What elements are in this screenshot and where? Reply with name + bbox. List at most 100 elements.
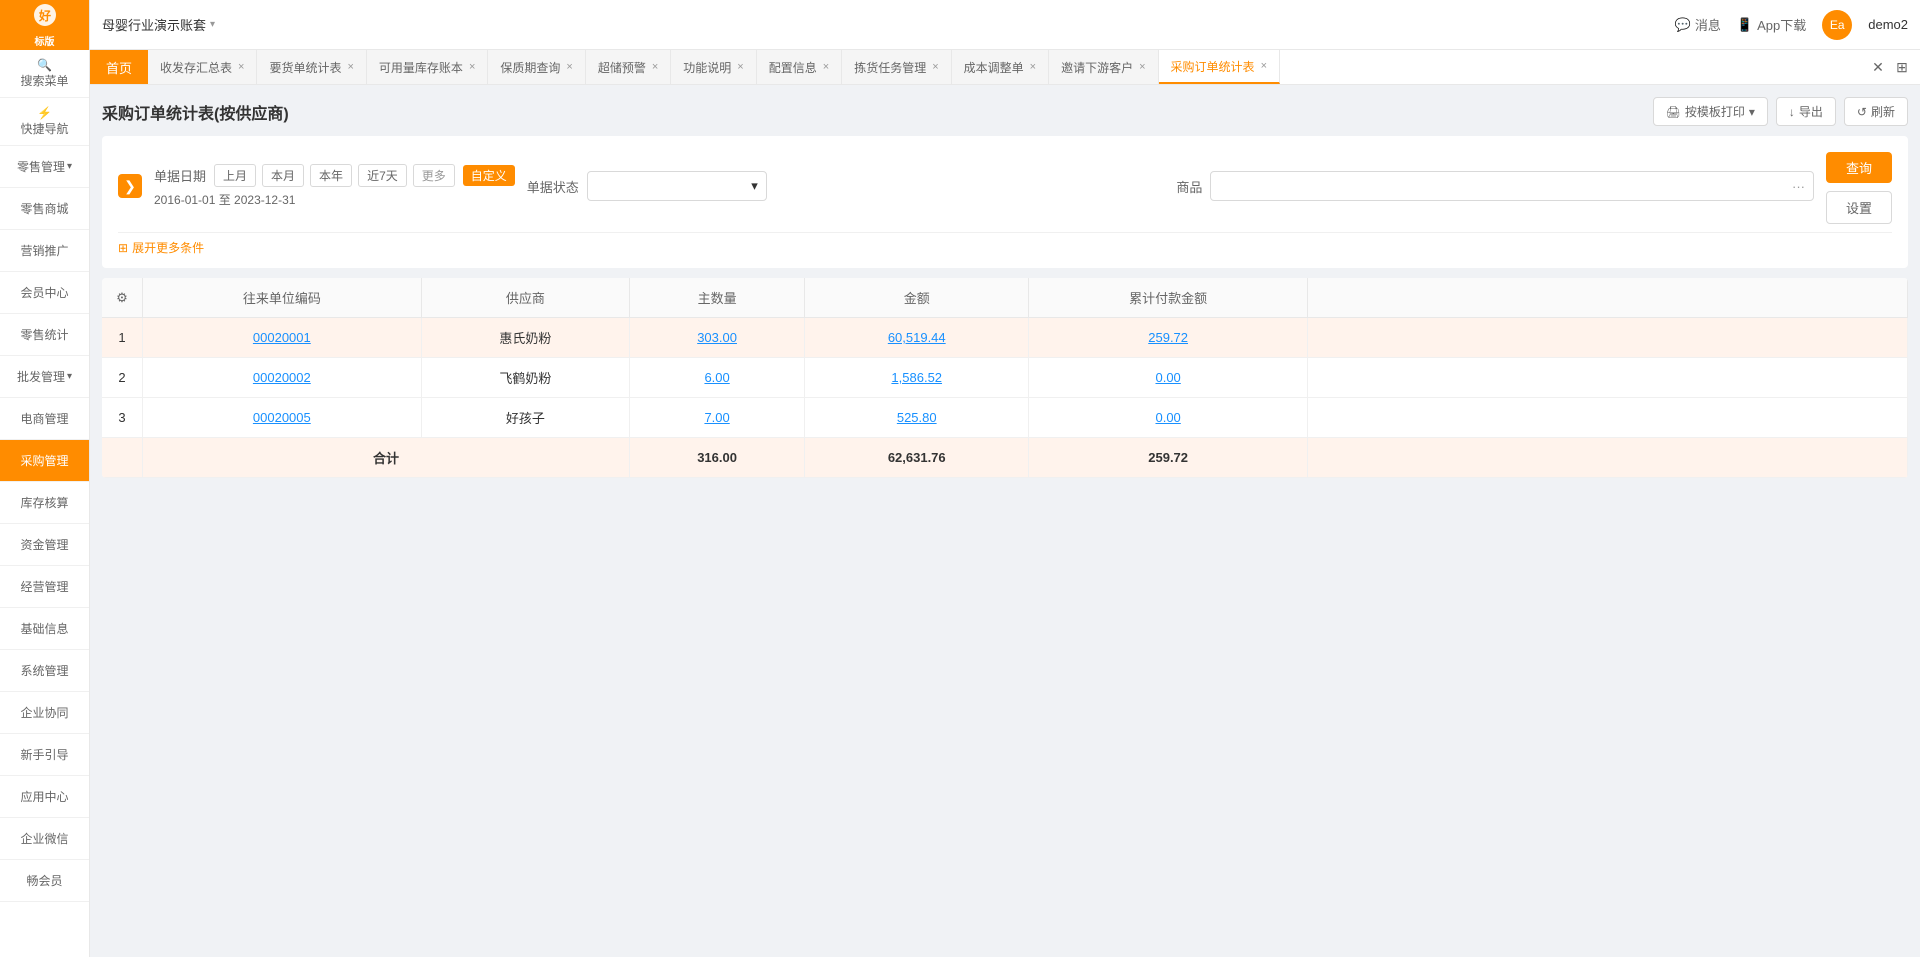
message-btn[interactable]: 💬 消息 <box>1675 15 1721 34</box>
tab-close-6[interactable]: × <box>737 61 743 73</box>
goods-input[interactable]: ··· <box>1210 171 1814 201</box>
tab-item-2[interactable]: 要货单统计表 × <box>257 50 366 84</box>
sidebar-item-ecommerce[interactable]: 电商管理 <box>0 398 89 440</box>
row2-paid[interactable]: 0.00 <box>1029 358 1308 398</box>
sidebar-item-marketing[interactable]: 营销推广 <box>0 230 89 272</box>
tab-close-8[interactable]: × <box>932 61 938 73</box>
row3-paid[interactable]: 0.00 <box>1029 398 1308 438</box>
row2-amount[interactable]: 1,586.52 <box>805 358 1029 398</box>
sidebar-item-app-center[interactable]: 应用中心 <box>0 776 89 818</box>
row3-code[interactable]: 00020005 <box>143 398 422 438</box>
sidebar-item-purchase[interactable]: 采购管理 <box>0 440 89 482</box>
more-icon: ··· <box>1792 179 1805 194</box>
settings-button[interactable]: 设置 <box>1826 191 1892 224</box>
tab-close-9[interactable]: × <box>1030 61 1036 73</box>
filter-toggle-btn[interactable]: ❯ <box>118 174 142 198</box>
sidebar-item-nav[interactable]: ⚡ 快捷导航 <box>0 98 89 146</box>
tab-close-10[interactable]: × <box>1139 61 1145 73</box>
logo-icon: 好 <box>27 3 63 33</box>
table-header-row: ⚙ 往来单位编码 供应商 主数量 金额 累计付款金额 <box>102 278 1908 318</box>
top-bar-left: 母婴行业演示账套 ▾ <box>102 15 215 34</box>
footer-empty <box>102 438 143 478</box>
purchase-order-table: ⚙ 往来单位编码 供应商 主数量 金额 累计付款金额 1 00020001 <box>102 278 1908 478</box>
sidebar-item-system[interactable]: 系统管理 <box>0 650 89 692</box>
row2-supplier: 飞鹤奶粉 <box>421 358 629 398</box>
sidebar-item-wholesale[interactable]: 批发管理 ▾ <box>0 356 89 398</box>
th-extra <box>1308 278 1908 318</box>
sidebar-item-member[interactable]: 会员中心 <box>0 272 89 314</box>
top-bar-right: 💬 消息 📱 App下载 Ea demo2 <box>1675 10 1908 40</box>
tab-close-1[interactable]: × <box>238 61 244 73</box>
table-row: 1 00020001 惠氏奶粉 303.00 60,519.44 259.72 <box>102 318 1908 358</box>
app-download-btn[interactable]: 📱 App下载 <box>1737 15 1806 34</box>
sidebar-item-business[interactable]: 经营管理 <box>0 566 89 608</box>
row1-paid[interactable]: 259.72 <box>1029 318 1308 358</box>
tab-close-5[interactable]: × <box>652 61 658 73</box>
tab-close-11[interactable]: × <box>1261 60 1267 72</box>
date-last-month-btn[interactable]: 上月 <box>214 164 256 187</box>
tab-item-1[interactable]: 收发存汇总表 × <box>148 50 257 84</box>
filter-panel: ❯ 单据日期 上月 本月 本年 近7天 更多 自定义 2016-01-01 至 <box>102 136 1908 268</box>
sidebar-item-inventory[interactable]: 库存核算 <box>0 482 89 524</box>
row3-amount[interactable]: 525.80 <box>805 398 1029 438</box>
sidebar-item-retail-mall[interactable]: 零售商城 <box>0 188 89 230</box>
export-button[interactable]: ↓ 导出 <box>1776 97 1836 126</box>
query-button[interactable]: 查询 <box>1826 152 1892 183</box>
user-avatar[interactable]: Ea <box>1822 10 1852 40</box>
tab-item-4[interactable]: 保质期查询 × <box>488 50 585 84</box>
th-paid: 累计付款金额 <box>1029 278 1308 318</box>
date-this-month-btn[interactable]: 本月 <box>262 164 304 187</box>
download-icon: 📱 <box>1737 17 1753 33</box>
workspace-selector[interactable]: 母婴行业演示账套 ▾ <box>102 15 215 34</box>
sidebar-item-wechat[interactable]: 企业微信 <box>0 818 89 860</box>
row2-code[interactable]: 00020002 <box>143 358 422 398</box>
tab-item-3[interactable]: 可用量库存账本 × <box>367 50 488 84</box>
sidebar-item-collab[interactable]: 企业协同 <box>0 692 89 734</box>
page-title: 采购订单统计表(按供应商) <box>102 100 289 124</box>
row3-quantity[interactable]: 7.00 <box>630 398 805 438</box>
tab-close-all-btn[interactable]: ✕ <box>1868 57 1888 77</box>
footer-extra <box>1308 438 1908 478</box>
date-quick-btns: 上月 本月 本年 近7天 更多 <box>214 164 455 187</box>
tab-close-2[interactable]: × <box>347 61 353 73</box>
tab-item-11[interactable]: 采购订单统计表 × <box>1159 50 1280 84</box>
sidebar-item-retail-stat[interactable]: 零售统计 <box>0 314 89 356</box>
tab-home[interactable]: 首页 <box>90 50 148 84</box>
gear-icon[interactable]: ⚙ <box>114 290 130 306</box>
tab-bar-end: ✕ ⊞ <box>1860 57 1920 77</box>
table-footer-row: 合计 316.00 62,631.76 259.72 <box>102 438 1908 478</box>
tab-item-8[interactable]: 拣货任务管理 × <box>842 50 951 84</box>
date-more-btn[interactable]: 更多 <box>413 164 455 187</box>
date-this-year-btn[interactable]: 本年 <box>310 164 352 187</box>
sidebar-item-vip[interactable]: 畅会员 <box>0 860 89 902</box>
footer-paid: 259.72 <box>1029 438 1308 478</box>
row1-amount[interactable]: 60,519.44 <box>805 318 1029 358</box>
tab-item-5[interactable]: 超储预警 × <box>586 50 671 84</box>
template-print-button[interactable]: 🖨 按模板打印 ▾ <box>1653 97 1768 126</box>
row1-code[interactable]: 00020001 <box>143 318 422 358</box>
status-select[interactable]: ▾ <box>587 171 767 201</box>
row1-index: 1 <box>102 318 143 358</box>
sidebar-item-retail[interactable]: 零售管理 ▾ <box>0 146 89 188</box>
date-7days-btn[interactable]: 近7天 <box>358 164 407 187</box>
sidebar-item-basic[interactable]: 基础信息 <box>0 608 89 650</box>
tab-expand-btn[interactable]: ⊞ <box>1892 57 1912 77</box>
tab-item-7[interactable]: 配置信息 × <box>757 50 842 84</box>
page-actions: 🖨 按模板打印 ▾ ↓ 导出 ↺ 刷新 <box>1653 97 1908 126</box>
tab-close-3[interactable]: × <box>469 61 475 73</box>
tab-close-7[interactable]: × <box>823 61 829 73</box>
sidebar-item-finance[interactable]: 资金管理 <box>0 524 89 566</box>
refresh-button[interactable]: ↺ 刷新 <box>1844 97 1908 126</box>
row2-quantity[interactable]: 6.00 <box>630 358 805 398</box>
tab-item-9[interactable]: 成本调整单 × <box>952 50 1049 84</box>
footer-label: 合计 <box>143 438 630 478</box>
expand-filter-btn[interactable]: ⊞ 展开更多条件 <box>118 239 1892 256</box>
date-range-display: 2016-01-01 至 2023-12-31 <box>154 191 515 208</box>
row1-quantity[interactable]: 303.00 <box>630 318 805 358</box>
th-check: ⚙ <box>102 278 143 318</box>
tab-item-6[interactable]: 功能说明 × <box>671 50 756 84</box>
sidebar-item-guide[interactable]: 新手引导 <box>0 734 89 776</box>
sidebar-item-search[interactable]: 🔍 搜索菜单 <box>0 50 89 98</box>
tab-item-10[interactable]: 邀请下游客户 × <box>1049 50 1158 84</box>
tab-close-4[interactable]: × <box>566 61 572 73</box>
